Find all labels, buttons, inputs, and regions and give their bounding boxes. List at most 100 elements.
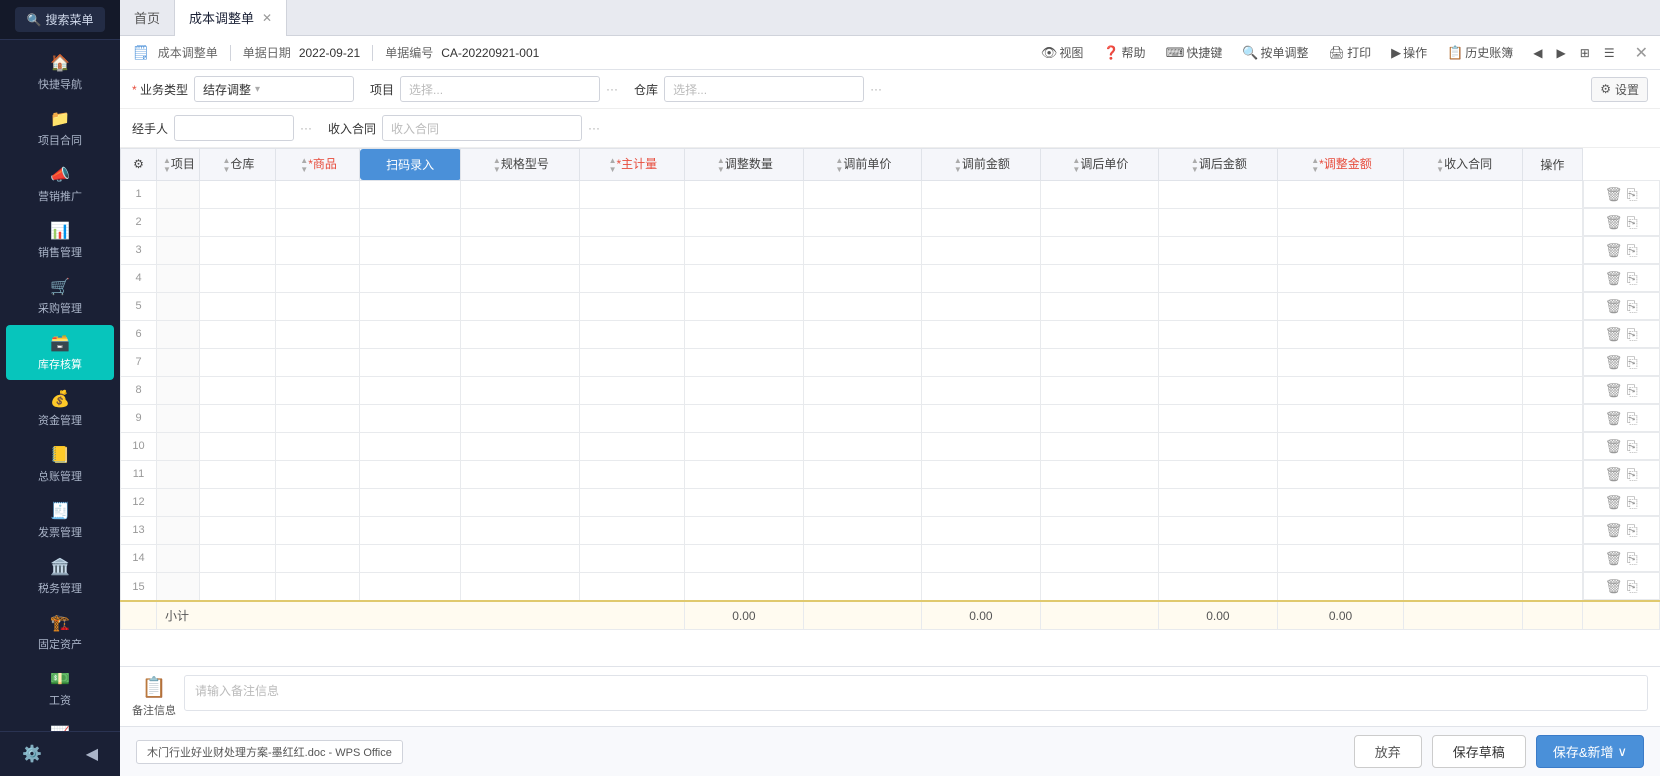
cell-project[interactable] <box>199 264 275 292</box>
cell-after_amount[interactable] <box>1277 516 1404 544</box>
cell-spec[interactable] <box>579 488 685 516</box>
cell-unit[interactable] <box>685 460 804 488</box>
cell-scan[interactable] <box>461 516 580 544</box>
cell-after_amount[interactable] <box>1277 348 1404 376</box>
cell-after_unit_price[interactable] <box>1159 264 1278 292</box>
cell-warehouse[interactable] <box>275 488 359 516</box>
cell-before_unit_price[interactable] <box>922 208 1041 236</box>
cell-warehouse[interactable] <box>275 572 359 601</box>
cell-adj_qty[interactable] <box>803 292 922 320</box>
delete-row-icon[interactable]: 🗑 <box>1605 522 1623 539</box>
cell-project[interactable] <box>199 572 275 601</box>
cell-scan[interactable] <box>461 544 580 572</box>
save-draft-button[interactable]: 保存草稿 <box>1432 735 1526 768</box>
delete-row-icon[interactable]: 🗑 <box>1605 326 1623 343</box>
cell-unit[interactable] <box>685 292 804 320</box>
cell-product[interactable] <box>360 376 461 404</box>
cell-project[interactable] <box>199 544 275 572</box>
delete-row-icon[interactable]: 🗑 <box>1605 354 1623 371</box>
cell-scan[interactable] <box>461 264 580 292</box>
cell-income_contract[interactable] <box>1522 180 1582 208</box>
settings-footer-icon[interactable]: ⚙️ <box>14 740 50 768</box>
cell-warehouse[interactable] <box>275 348 359 376</box>
cell-adj_amount[interactable] <box>1404 208 1523 236</box>
sidebar-item-payroll[interactable]: 💵工资 <box>6 661 114 716</box>
cell-scan[interactable] <box>461 572 580 601</box>
cell-unit[interactable] <box>685 572 804 601</box>
delete-row-icon[interactable]: 🗑 <box>1605 410 1623 427</box>
cell-adj_qty[interactable] <box>803 404 922 432</box>
cell-after_unit_price[interactable] <box>1159 376 1278 404</box>
cell-adj_amount[interactable] <box>1404 404 1523 432</box>
income-contract-input[interactable]: 收入合同 <box>382 115 582 141</box>
cell-after_unit_price[interactable] <box>1159 572 1278 601</box>
cell-product[interactable] <box>360 516 461 544</box>
cell-adj_amount[interactable] <box>1404 376 1523 404</box>
copy-row-icon[interactable]: ⎘ <box>1626 186 1637 203</box>
cell-adj_qty[interactable] <box>803 236 922 264</box>
cell-before_amount[interactable] <box>1040 180 1159 208</box>
cell-adj_qty[interactable] <box>803 544 922 572</box>
cell-unit[interactable] <box>685 544 804 572</box>
cell-before_amount[interactable] <box>1040 516 1159 544</box>
copy-row-icon[interactable]: ⎘ <box>1626 494 1637 511</box>
cell-adj_amount[interactable] <box>1404 516 1523 544</box>
col-header-scan[interactable]: 扫码录入 <box>360 149 461 181</box>
cell-before_unit_price[interactable] <box>922 236 1041 264</box>
copy-row-icon[interactable]: ⎘ <box>1626 354 1637 371</box>
cell-after_amount[interactable] <box>1277 180 1404 208</box>
copy-row-icon[interactable]: ⎘ <box>1626 382 1637 399</box>
income-contract-more-icon[interactable]: ··· <box>588 121 600 135</box>
cell-unit[interactable] <box>685 236 804 264</box>
cell-scan[interactable] <box>461 180 580 208</box>
close-window-icon[interactable]: ✕ <box>1635 43 1648 63</box>
sidebar-item-tax-mgmt[interactable]: 🏛️税务管理 <box>6 549 114 604</box>
copy-row-icon[interactable]: ⎘ <box>1626 214 1637 231</box>
project-more-icon[interactable]: ··· <box>606 82 618 96</box>
cell-after_amount[interactable] <box>1277 404 1404 432</box>
toolbar-action-view[interactable]: 👁视图 <box>1037 42 1088 63</box>
cell-scan[interactable] <box>461 208 580 236</box>
cell-adj_qty[interactable] <box>803 264 922 292</box>
copy-row-icon[interactable]: ⎘ <box>1626 550 1637 567</box>
cell-adj_qty[interactable] <box>803 208 922 236</box>
cell-adj_qty[interactable] <box>803 432 922 460</box>
cell-after_amount[interactable] <box>1277 544 1404 572</box>
cell-scan[interactable] <box>461 236 580 264</box>
cell-before_amount[interactable] <box>1040 320 1159 348</box>
cell-scan[interactable] <box>461 348 580 376</box>
cell-before_amount[interactable] <box>1040 460 1159 488</box>
cell-after_amount[interactable] <box>1277 320 1404 348</box>
cell-after_unit_price[interactable] <box>1159 180 1278 208</box>
cell-before_unit_price[interactable] <box>922 292 1041 320</box>
cell-after_unit_price[interactable] <box>1159 404 1278 432</box>
cell-after_unit_price[interactable] <box>1159 208 1278 236</box>
cell-income_contract[interactable] <box>1522 236 1582 264</box>
copy-row-icon[interactable]: ⎘ <box>1626 522 1637 539</box>
cell-after_unit_price[interactable] <box>1159 460 1278 488</box>
cell-before_unit_price[interactable] <box>922 432 1041 460</box>
cell-before_unit_price[interactable] <box>922 180 1041 208</box>
cell-product[interactable] <box>360 236 461 264</box>
copy-row-icon[interactable]: ⎘ <box>1626 466 1637 483</box>
cell-spec[interactable] <box>579 348 685 376</box>
toolbar-action-operation[interactable]: ▶操作 <box>1387 42 1431 63</box>
copy-row-icon[interactable]: ⎘ <box>1626 410 1637 427</box>
cell-spec[interactable] <box>579 432 685 460</box>
cell-spec[interactable] <box>579 572 685 601</box>
cell-warehouse[interactable] <box>275 292 359 320</box>
cell-scan[interactable] <box>461 488 580 516</box>
cell-adj_qty[interactable] <box>803 572 922 601</box>
cell-after_amount[interactable] <box>1277 208 1404 236</box>
cell-before_unit_price[interactable] <box>922 348 1041 376</box>
cell-warehouse[interactable] <box>275 264 359 292</box>
cell-before_amount[interactable] <box>1040 348 1159 376</box>
cell-warehouse[interactable] <box>275 236 359 264</box>
cell-project[interactable] <box>199 180 275 208</box>
settings-button[interactable]: ⚙ 设置 <box>1591 77 1648 102</box>
cell-income_contract[interactable] <box>1522 488 1582 516</box>
delete-row-icon[interactable]: 🗑 <box>1605 438 1623 455</box>
cell-before_amount[interactable] <box>1040 404 1159 432</box>
cell-after_amount[interactable] <box>1277 236 1404 264</box>
copy-row-icon[interactable]: ⎘ <box>1626 326 1637 343</box>
